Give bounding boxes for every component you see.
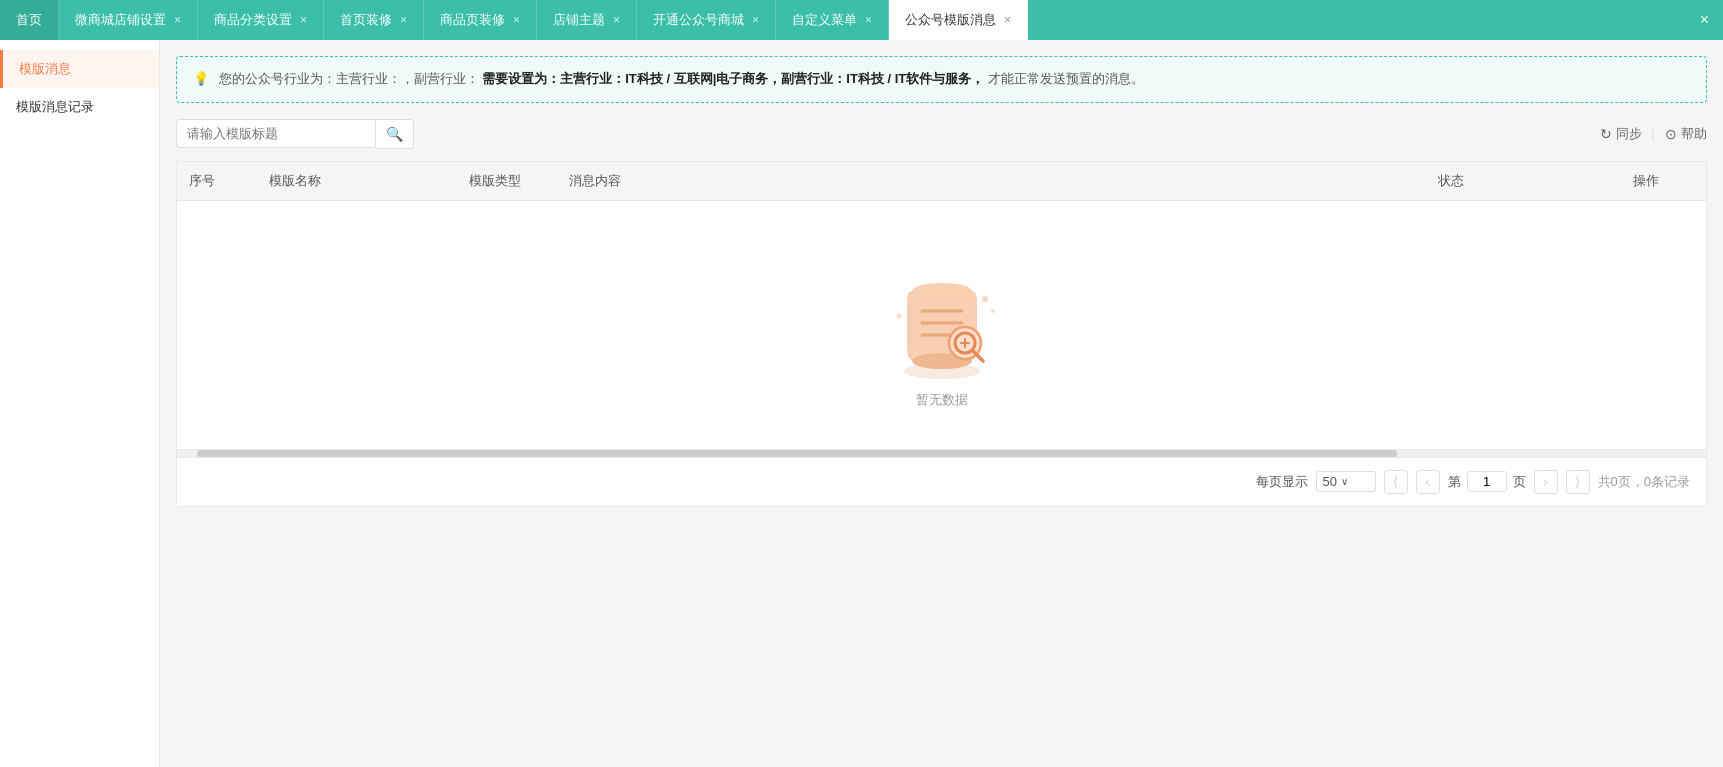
help-icon: ⊙ <box>1665 126 1677 142</box>
tab-label-productpage: 商品页装修 <box>440 11 505 29</box>
tab-bar: 首页微商城店铺设置×商品分类设置×首页装修×商品页装修×店铺主题×开通公众号商城… <box>0 0 1723 40</box>
notice-prefix: 您的公众号行业为：主营行业：，副营行业： <box>219 71 479 86</box>
main-layout: 模版消息模版消息记录 💡 您的公众号行业为：主营行业：，副营行业： 需要设置为：… <box>0 40 1723 767</box>
tab-close-custommenu[interactable]: × <box>865 14 872 26</box>
tab-category[interactable]: 商品分类设置 × <box>198 0 324 40</box>
help-button[interactable]: ⊙ 帮助 <box>1665 125 1707 143</box>
page-number-input[interactable] <box>1467 471 1507 492</box>
search-icon: 🔍 <box>386 126 403 142</box>
svg-point-13 <box>896 313 901 318</box>
total-info: 共0页，0条记录 <box>1598 473 1690 491</box>
scrollbar-thumb[interactable] <box>197 450 1397 457</box>
close-all-button[interactable]: × <box>1686 11 1723 29</box>
search-bar: 🔍 ↻ 同步 | ⊙ 帮助 <box>176 119 1707 149</box>
tab-close-weshop[interactable]: × <box>174 14 181 26</box>
empty-text: 暂无数据 <box>916 391 968 409</box>
notice-highlight: 需要设置为：主营行业：IT科技 / 互联网|电子商务，副营行业：IT科技 / I… <box>482 71 984 86</box>
first-page-icon: ⟨ <box>1393 474 1398 489</box>
divider: | <box>1652 126 1655 141</box>
tab-custommenu[interactable]: 自定义菜单 × <box>776 0 889 40</box>
col-name: 模版名称 <box>257 162 457 200</box>
tab-label-templatemsg: 公众号模版消息 <box>905 11 996 29</box>
tab-templatemsg[interactable]: 公众号模版消息 × <box>889 0 1028 40</box>
pagination: 每页显示 50 ∨ ⟨ ‹ 第 页 › <box>177 457 1706 506</box>
last-page-button[interactable]: ⟩ <box>1566 470 1590 494</box>
tab-close-category[interactable]: × <box>300 14 307 26</box>
tab-label-custommenu: 自定义菜单 <box>792 11 857 29</box>
page-size-label: 每页显示 <box>1256 473 1308 491</box>
col-status: 状态 <box>1426 162 1586 200</box>
svg-point-12 <box>991 309 995 313</box>
sidebar-item-template-record[interactable]: 模版消息记录 <box>0 88 159 126</box>
content-area: 💡 您的公众号行业为：主营行业：，副营行业： 需要设置为：主营行业：IT科技 /… <box>160 40 1723 767</box>
table-header: 序号 模版名称 模版类型 消息内容 状态 操作 <box>177 162 1706 201</box>
first-page-button[interactable]: ⟨ <box>1384 470 1408 494</box>
notice-icon: 💡 <box>193 71 209 86</box>
help-label: 帮助 <box>1681 125 1707 143</box>
notice-box: 💡 您的公众号行业为：主营行业：，副营行业： 需要设置为：主营行业：IT科技 /… <box>176 56 1707 103</box>
tab-label-home: 首页 <box>16 11 42 29</box>
tab-close-homepage[interactable]: × <box>400 14 407 26</box>
page-size-value: 50 <box>1323 474 1337 489</box>
prev-page-button[interactable]: ‹ <box>1416 470 1440 494</box>
tab-productpage[interactable]: 商品页装修 × <box>424 0 537 40</box>
prev-page-icon: ‹ <box>1425 474 1429 489</box>
notice-suffix: 才能正常发送预置的消息。 <box>988 71 1144 86</box>
tab-close-productpage[interactable]: × <box>513 14 520 26</box>
sidebar-item-template-msg[interactable]: 模版消息 <box>0 50 159 88</box>
tab-label-openstore: 开通公众号商城 <box>653 11 744 29</box>
tab-close-theme[interactable]: × <box>613 14 620 26</box>
col-type: 模版类型 <box>457 162 557 200</box>
horizontal-scrollbar[interactable] <box>177 449 1706 457</box>
tab-theme[interactable]: 店铺主题 × <box>537 0 637 40</box>
next-page-button[interactable]: › <box>1534 470 1558 494</box>
tab-label-weshop: 微商城店铺设置 <box>75 11 166 29</box>
col-action: 操作 <box>1586 162 1706 200</box>
tab-label-theme: 店铺主题 <box>553 11 605 29</box>
data-table: 序号 模版名称 模版类型 消息内容 状态 操作 <box>176 161 1707 507</box>
scrollbar-track <box>177 450 1706 457</box>
tab-home[interactable]: 首页 <box>0 0 59 40</box>
search-input[interactable] <box>176 119 376 148</box>
sidebar: 模版消息模版消息记录 <box>0 40 160 767</box>
last-page-icon: ⟩ <box>1575 474 1580 489</box>
tab-homepage[interactable]: 首页装修 × <box>324 0 424 40</box>
sync-label: 同步 <box>1616 125 1642 143</box>
chevron-down-icon: ∨ <box>1341 476 1348 487</box>
sync-button[interactable]: ↻ 同步 <box>1600 125 1642 143</box>
col-content: 消息内容 <box>557 162 1426 200</box>
search-button[interactable]: 🔍 <box>376 119 414 149</box>
tab-close-openstore[interactable]: × <box>752 14 759 26</box>
svg-point-11 <box>982 296 988 302</box>
page-size-select[interactable]: 50 ∨ <box>1316 471 1376 492</box>
search-right-actions: ↻ 同步 | ⊙ 帮助 <box>1600 125 1707 143</box>
empty-state: 暂无数据 <box>177 201 1706 449</box>
empty-illustration <box>877 261 1007 391</box>
tab-label-category: 商品分类设置 <box>214 11 292 29</box>
tab-openstore[interactable]: 开通公众号商城 × <box>637 0 776 40</box>
next-page-icon: › <box>1543 474 1547 489</box>
page-label-suf: 页 <box>1513 473 1526 491</box>
tab-weshop[interactable]: 微商城店铺设置 × <box>59 0 198 40</box>
col-seq: 序号 <box>177 162 257 200</box>
tab-close-templatemsg[interactable]: × <box>1004 14 1011 26</box>
page-label-pre: 第 <box>1448 473 1461 491</box>
sync-icon: ↻ <box>1600 126 1612 142</box>
page-input-wrap: 第 页 <box>1448 471 1526 492</box>
tab-label-homepage: 首页装修 <box>340 11 392 29</box>
svg-point-1 <box>912 283 972 299</box>
